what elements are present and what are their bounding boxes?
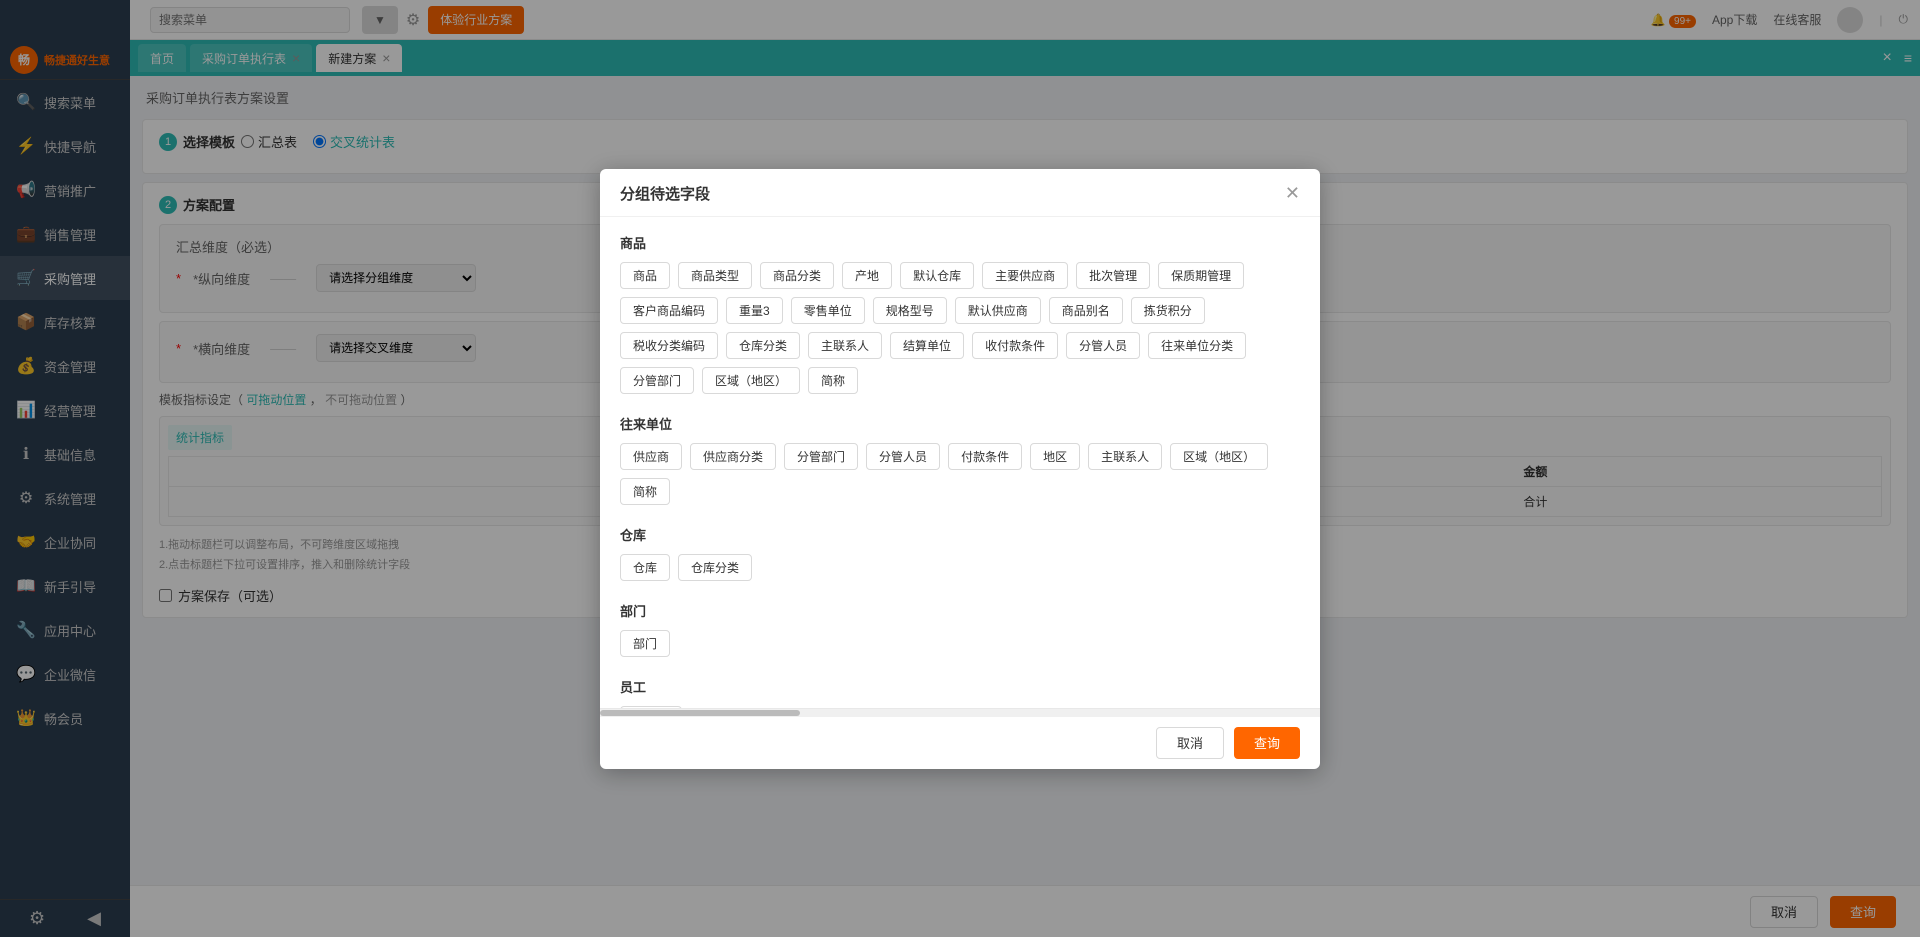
- field-tag-区域（地区）[interactable]: 区域（地区）: [702, 367, 800, 394]
- field-tag-商品类型[interactable]: 商品类型: [678, 262, 752, 289]
- field-tags-商品: 商品商品类型商品分类产地默认仓库主要供应商批次管理保质期管理客户商品编码重量3 零…: [620, 262, 1300, 394]
- field-tags-往来单位: 供应商供应商分类分管部门分管人员付款条件地区主联系人区域（地区） 简称: [620, 443, 1300, 505]
- field-select-modal: 分组待选字段 ✕ 商品商品商品类型商品分类产地默认仓库主要供应商批次管理保质期管…: [600, 169, 1320, 769]
- field-tag-供应商[interactable]: 供应商: [620, 443, 682, 470]
- field-section-往来单位: 往来单位供应商供应商分类分管部门分管人员付款条件地区主联系人区域（地区） 简称: [620, 414, 1300, 505]
- modal-cancel-button[interactable]: 取消: [1156, 727, 1224, 759]
- field-tag-规格型号[interactable]: 规格型号: [873, 297, 947, 324]
- modal-header: 分组待选字段 ✕: [600, 169, 1320, 217]
- modal-title: 分组待选字段: [620, 183, 710, 204]
- field-tag-税收分类编码[interactable]: 税收分类编码: [620, 332, 718, 359]
- field-tag-收付款条件[interactable]: 收付款条件: [972, 332, 1058, 359]
- field-tag-拣货积分[interactable]: 拣货积分: [1131, 297, 1205, 324]
- field-tag-批次管理[interactable]: 批次管理: [1076, 262, 1150, 289]
- field-tag-往来单位分类[interactable]: 往来单位分类: [1148, 332, 1246, 359]
- field-tag-简称[interactable]: 简称: [808, 367, 858, 394]
- field-tag-部门[interactable]: 部门: [620, 630, 670, 657]
- field-tag-重量3[interactable]: 重量3: [726, 297, 783, 324]
- field-section-title-员工: 员工: [620, 677, 1300, 696]
- field-tag-保质期管理[interactable]: 保质期管理: [1158, 262, 1244, 289]
- field-tag-默认仓库[interactable]: 默认仓库: [900, 262, 974, 289]
- field-section-title-仓库: 仓库: [620, 525, 1300, 544]
- field-tag-区域（地区）[interactable]: 区域（地区）: [1170, 443, 1268, 470]
- field-tag-结算单位[interactable]: 结算单位: [890, 332, 964, 359]
- field-tag-客户商品编码[interactable]: 客户商品编码: [620, 297, 718, 324]
- modal-body: 商品商品商品类型商品分类产地默认仓库主要供应商批次管理保质期管理客户商品编码重量…: [600, 217, 1320, 708]
- modal-overlay[interactable]: 分组待选字段 ✕ 商品商品商品类型商品分类产地默认仓库主要供应商批次管理保质期管…: [0, 0, 1920, 937]
- modal-horizontal-scrollbar[interactable]: [600, 708, 1320, 716]
- field-tag-分管部门[interactable]: 分管部门: [620, 367, 694, 394]
- field-tag-仓库[interactable]: 仓库: [620, 554, 670, 581]
- field-tag-仓库分类[interactable]: 仓库分类: [678, 554, 752, 581]
- field-tag-产地[interactable]: 产地: [842, 262, 892, 289]
- field-tag-商品分类[interactable]: 商品分类: [760, 262, 834, 289]
- field-section-仓库: 仓库仓库仓库分类: [620, 525, 1300, 581]
- field-tag-仓库分类[interactable]: 仓库分类: [726, 332, 800, 359]
- field-tag-主联系人[interactable]: 主联系人: [1088, 443, 1162, 470]
- field-tag-商品别名[interactable]: 商品别名: [1049, 297, 1123, 324]
- field-tag-主联系人[interactable]: 主联系人: [808, 332, 882, 359]
- field-section-部门: 部门部门: [620, 601, 1300, 657]
- field-tag-主要供应商[interactable]: 主要供应商: [982, 262, 1068, 289]
- modal-confirm-button[interactable]: 查询: [1234, 727, 1300, 759]
- field-section-title-商品: 商品: [620, 233, 1300, 252]
- field-tags-部门: 部门: [620, 630, 1300, 657]
- field-tag-付款条件[interactable]: 付款条件: [948, 443, 1022, 470]
- field-tag-商品[interactable]: 商品: [620, 262, 670, 289]
- field-tag-地区[interactable]: 地区: [1030, 443, 1080, 470]
- field-tag-零售单位[interactable]: 零售单位: [791, 297, 865, 324]
- modal-footer: 取消 查询: [600, 716, 1320, 769]
- field-section-员工: 员工业务员: [620, 677, 1300, 708]
- field-section-title-往来单位: 往来单位: [620, 414, 1300, 433]
- field-tag-分管人员[interactable]: 分管人员: [1066, 332, 1140, 359]
- field-tag-分管部门[interactable]: 分管部门: [784, 443, 858, 470]
- field-section-title-部门: 部门: [620, 601, 1300, 620]
- field-tags-仓库: 仓库仓库分类: [620, 554, 1300, 581]
- field-tag-默认供应商[interactable]: 默认供应商: [955, 297, 1041, 324]
- field-tag-简称[interactable]: 简称: [620, 478, 670, 505]
- field-section-商品: 商品商品商品类型商品分类产地默认仓库主要供应商批次管理保质期管理客户商品编码重量…: [620, 233, 1300, 394]
- field-tag-分管人员[interactable]: 分管人员: [866, 443, 940, 470]
- modal-close-button[interactable]: ✕: [1285, 184, 1300, 202]
- field-tag-供应商分类[interactable]: 供应商分类: [690, 443, 776, 470]
